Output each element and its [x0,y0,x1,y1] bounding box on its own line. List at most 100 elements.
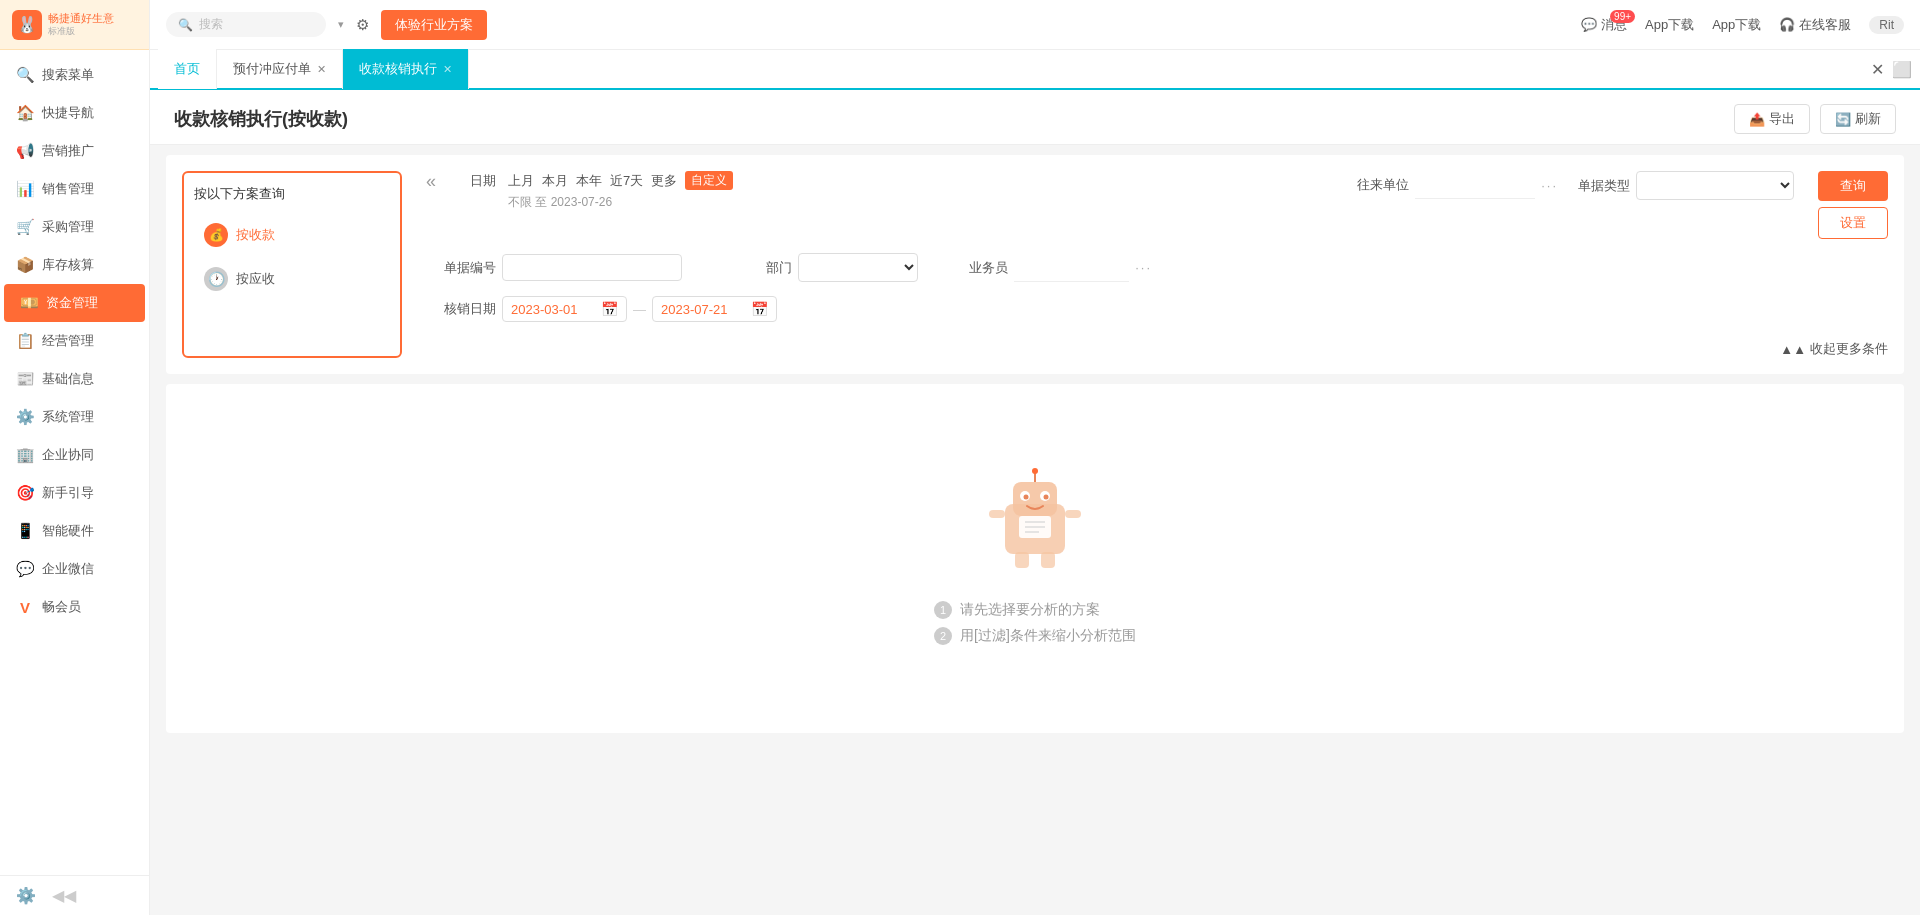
sidebar-item-label: 新手引导 [42,484,94,502]
base-info-icon: 📰 [16,370,34,388]
calendar-end-icon[interactable]: 📅 [751,301,768,317]
tab-prepay[interactable]: 预付冲应付单 ✕ [217,49,343,89]
content-area: 收款核销执行(按收款) 📤 导出 🔄 刷新 按以下方案查询 💰 按收款 [150,90,1920,915]
sidebar-item-operations[interactable]: 📋 经营管理 [0,322,149,360]
tab-home[interactable]: 首页 [158,49,217,89]
sidebar-item-purchase[interactable]: 🛒 采购管理 [0,208,149,246]
guide-icon: 🎯 [16,484,34,502]
app-download-link[interactable]: App下载 [1645,16,1694,34]
tab-bar: 首页 预付冲应付单 ✕ 收款核销执行 ✕ ✕ ⬜ [150,50,1920,90]
bill-type-select[interactable] [1636,171,1794,200]
verify-date-range: 核销日期 📅 — 📅 [440,296,777,322]
page-title: 收款核销执行(按收款) [174,107,348,131]
sidebar-item-label: 企业协同 [42,446,94,464]
export-button[interactable]: 📤 导出 [1734,104,1810,134]
solution-button[interactable]: 体验行业方案 [381,10,487,40]
sidebar-item-base-info[interactable]: 📰 基础信息 [0,360,149,398]
custom-date-badge[interactable]: 自定义 [685,171,733,190]
logo-text: 畅捷通好生意 [48,11,114,25]
sidebar-item-wechat[interactable]: 💬 企业微信 [0,550,149,588]
date-unlimited: 不限 至 2023-07-26 [508,194,1337,211]
collapse-more-btn[interactable]: ▲▲ 收起更多条件 [1780,340,1888,358]
gear-icon[interactable]: ⚙ [356,16,369,34]
search-icon: 🔍 [178,18,193,32]
topbar-search[interactable]: 🔍 搜索 [166,12,326,37]
salesman-more-icon[interactable]: ··· [1135,260,1152,275]
user-name[interactable]: Rit [1869,16,1904,34]
sidebar-item-member[interactable]: V 畅会员 [0,588,149,626]
empty-state: 1 请先选择要分析的方案 2 用[过滤]条件来缩小分析范围 [166,384,1904,733]
filter-collapse-btn[interactable]: « [422,171,440,192]
chevron-down-icon[interactable]: ▾ [338,18,344,31]
date-more[interactable]: 更多 [651,172,677,190]
svg-rect-9 [1065,510,1081,518]
collapse-sidebar-btn[interactable]: ◀◀ [52,886,76,905]
calendar-start-icon[interactable]: 📅 [601,301,618,317]
dept-select[interactable] [798,253,918,282]
sidebar-item-label: 畅会员 [42,598,81,616]
export-icon: 📤 [1749,112,1765,127]
bill-no-input[interactable] [502,254,682,281]
sidebar-item-label: 营销推广 [42,142,94,160]
settings-icon[interactable]: ⚙️ [16,886,36,905]
tab-collect-close-icon[interactable]: ✕ [443,63,452,76]
filter-container: 按以下方案查询 💰 按收款 🕐 按应收 « [166,155,1904,374]
verify-date-start-wrap: 📅 [502,296,627,322]
step-2-text: 用[过滤]条件来缩小分析范围 [960,627,1136,645]
date-range-separator: — [633,302,646,317]
refresh-icon: 🔄 [1835,112,1851,127]
tab-collect[interactable]: 收款核销执行 ✕ [343,49,469,89]
svg-rect-8 [989,510,1005,518]
svg-rect-11 [1041,552,1055,568]
filter-option-label: 按收款 [236,226,275,244]
app-download-text[interactable]: App下载 [1712,16,1761,34]
sidebar-item-smart-hw[interactable]: 📱 智能硬件 [0,512,149,550]
settings-button[interactable]: 设置 [1818,207,1888,239]
search-text: 搜索 [199,16,223,33]
operations-icon: 📋 [16,332,34,350]
sidebar-item-label: 快捷导航 [42,104,94,122]
verify-date-start-input[interactable] [511,302,597,317]
sidebar-item-quick-nav[interactable]: 🏠 快捷导航 [0,94,149,132]
online-service-link[interactable]: 🎧 在线客服 [1779,16,1851,34]
sidebar-item-search-menu[interactable]: 🔍 搜索菜单 [0,56,149,94]
payable-option-icon: 🕐 [204,267,228,291]
sidebar-item-enterprise[interactable]: 🏢 企业协同 [0,436,149,474]
verify-date-end-input[interactable] [661,302,747,317]
sidebar-item-finance[interactable]: 💴 资金管理 [4,284,145,322]
smart-hw-icon: 📱 [16,522,34,540]
sidebar: 🐰 畅捷通好生意 标准版 🔍 搜索菜单 🏠 快捷导航 📢 营销推广 📊 销售管理… [0,0,150,915]
search-menu-icon: 🔍 [16,66,34,84]
svg-rect-10 [1015,552,1029,568]
logo-icon: 🐰 [12,10,42,40]
sidebar-item-label: 销售管理 [42,180,94,198]
sidebar-item-marketing[interactable]: 📢 营销推广 [0,132,149,170]
counterpart-more-icon[interactable]: ··· [1541,178,1558,193]
sidebar-item-sales[interactable]: 📊 销售管理 [0,170,149,208]
refresh-button[interactable]: 🔄 刷新 [1820,104,1896,134]
message-button[interactable]: 💬 消息 99+ [1581,16,1627,34]
date-last-month[interactable]: 上月 [508,172,534,190]
sidebar-item-guide[interactable]: 🎯 新手引导 [0,474,149,512]
sidebar-item-label: 智能硬件 [42,522,94,540]
date-7days[interactable]: 近7天 [610,172,643,190]
date-this-year[interactable]: 本年 [576,172,602,190]
close-tab-btn[interactable]: ✕ [1871,60,1884,79]
enterprise-icon: 🏢 [16,446,34,464]
tab-prepay-close-icon[interactable]: ✕ [317,63,326,76]
sidebar-menu: 🔍 搜索菜单 🏠 快捷导航 📢 营销推广 📊 销售管理 🛒 采购管理 📦 库存核… [0,50,149,875]
topbar-right: 💬 消息 99+ App下载 App下载 🎧 在线客服 Rit [1581,16,1904,34]
filter-option-by-receipt[interactable]: 💰 按收款 [194,215,390,255]
maximize-btn[interactable]: ⬜ [1892,60,1912,79]
date-links: 上月 本月 本年 近7天 更多 自定义 [508,171,733,190]
date-this-month[interactable]: 本月 [542,172,568,190]
sidebar-item-system[interactable]: ⚙️ 系统管理 [0,398,149,436]
system-icon: ⚙️ [16,408,34,426]
filter-option-by-payable[interactable]: 🕐 按应收 [194,259,390,299]
message-icon: 💬 [1581,17,1597,32]
sales-icon: 📊 [16,180,34,198]
query-button[interactable]: 查询 [1818,171,1888,201]
sidebar-item-inventory[interactable]: 📦 库存核算 [0,246,149,284]
date-label: 日期 [440,172,496,190]
headset-icon: 🎧 [1779,17,1795,32]
